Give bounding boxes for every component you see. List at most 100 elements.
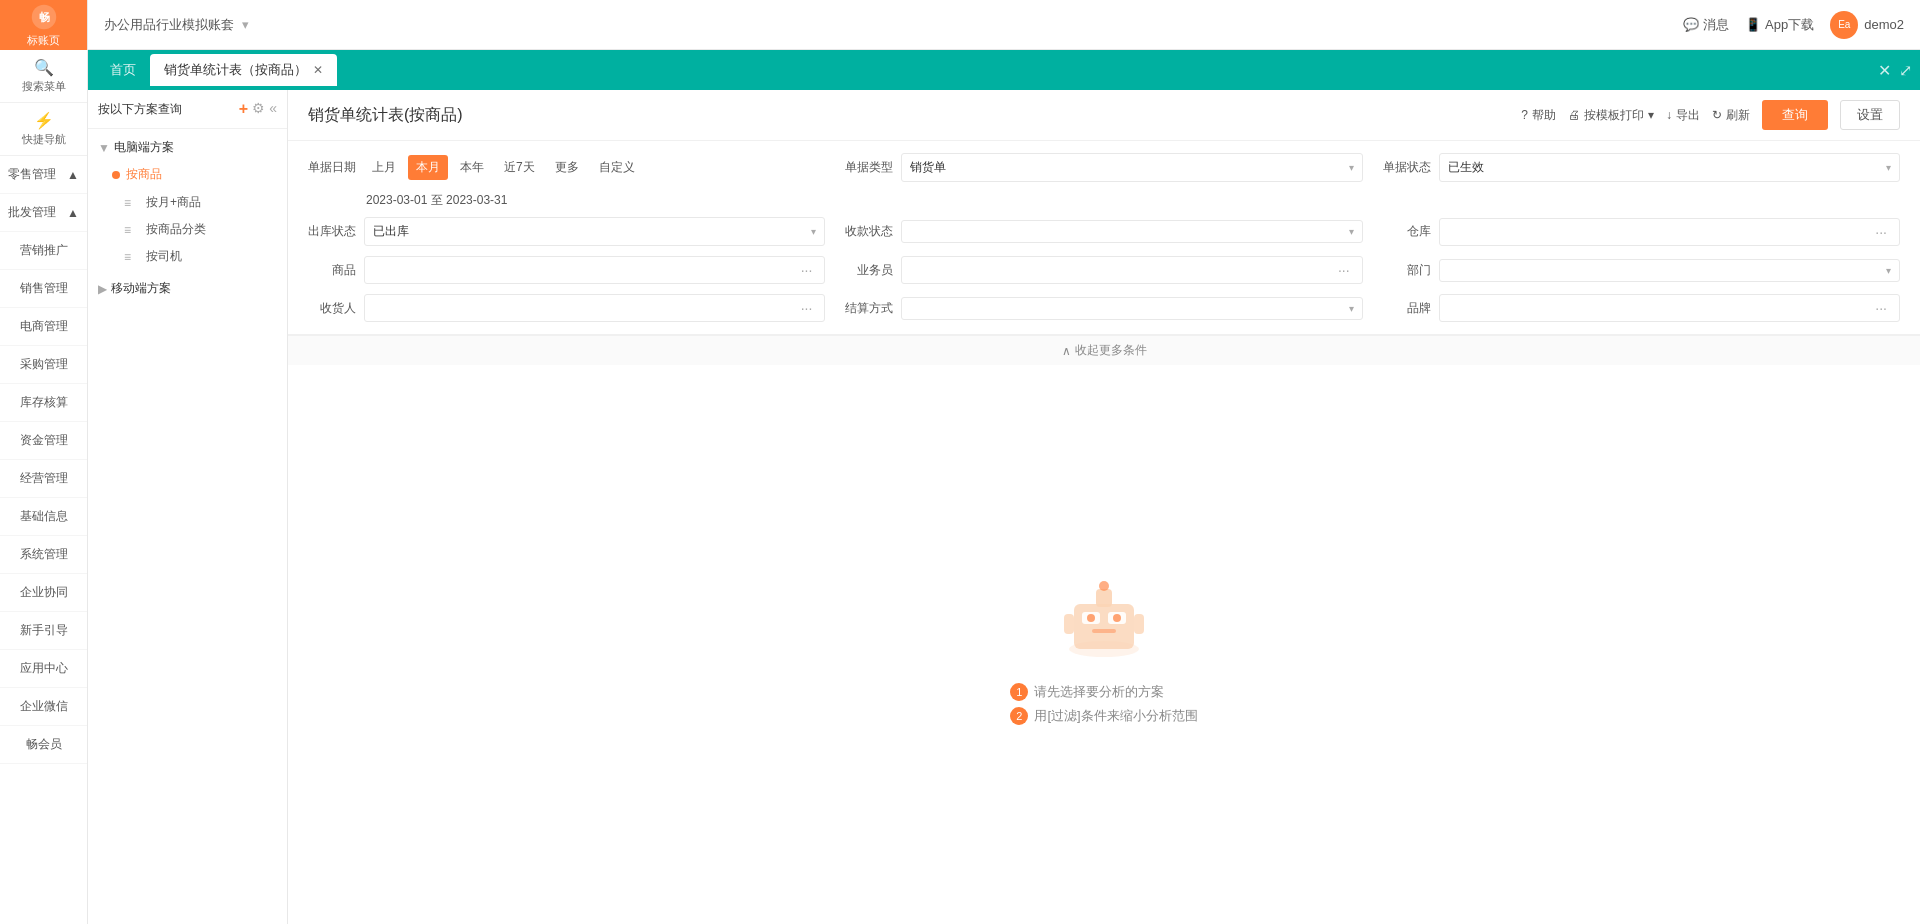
date-group: 上月 本月 本年 近7天 更多 自定义 [364, 155, 825, 180]
sidebar-item-inventory[interactable]: 库存核算 [0, 384, 87, 422]
btn-more[interactable]: 更多 [547, 155, 587, 180]
brand-dots[interactable]: ··· [1871, 300, 1891, 316]
warehouse-select[interactable]: ··· [1439, 218, 1900, 246]
sidebar-item-enterprise[interactable]: 企业协同 [0, 574, 87, 612]
wechat-label: 企业微信 [20, 698, 68, 715]
user-name: demo2 [1864, 17, 1904, 32]
sidebar-item-operations[interactable]: 经营管理 [0, 460, 87, 498]
scheme-item-by-cashier[interactable]: ≡ 按司机 [88, 243, 287, 270]
wholesale-arrow: ▲ [67, 206, 79, 220]
salesperson-dots[interactable]: ··· [1334, 262, 1354, 278]
collapse-bar[interactable]: ∧ 收起更多条件 [288, 335, 1920, 365]
sidebar-item-apps[interactable]: 应用中心 [0, 650, 87, 688]
sidebar-item-sales[interactable]: 销售管理 [0, 270, 87, 308]
svg-text:畅: 畅 [38, 11, 49, 23]
filter-date-cell: 单据日期 上月 本月 本年 近7天 更多 自定义 [308, 153, 825, 182]
department-select[interactable]: ▾ [1439, 259, 1900, 282]
filter-row-3: 商品 ··· 业务员 ··· 部门 [308, 256, 1900, 284]
help-btn[interactable]: ? 帮助 [1521, 107, 1556, 124]
scheme-settings-icon[interactable]: ⚙ [252, 100, 265, 118]
sidebar-item-wechat[interactable]: 企业微信 [0, 688, 87, 726]
sidebar-item-wholesale[interactable]: 批发管理 ▲ [0, 194, 87, 232]
system-label: 系统管理 [20, 546, 68, 563]
print-btn[interactable]: 🖨 按模板打印 ▾ [1568, 107, 1654, 124]
main-area: 办公用品行业模拟账套 ▾ 💬 消息 📱 App下载 Ea demo2 首页 [88, 0, 1920, 924]
outstatus-select[interactable]: 已出库 ▾ [364, 217, 825, 246]
sidebar-item-guide[interactable]: 新手引导 [0, 612, 87, 650]
doctype-select[interactable]: 销货单 ▾ [901, 153, 1362, 182]
app-download-btn[interactable]: 📱 App下载 [1745, 16, 1814, 34]
filter-area: 单据日期 上月 本月 本年 近7天 更多 自定义 单据类型 [288, 141, 1920, 335]
filter-receiptstatus-cell: 收款状态 ▾ [845, 217, 1362, 246]
sub-icon-1: ≡ [124, 196, 140, 210]
product-dots[interactable]: ··· [797, 262, 817, 278]
query-button[interactable]: 查询 [1762, 100, 1828, 130]
department-label: 部门 [1383, 262, 1431, 279]
industry-arrow[interactable]: ▾ [242, 17, 249, 32]
desktop-group-arrow: ▼ [98, 141, 110, 155]
tab-close-icon[interactable]: ✕ [313, 63, 323, 77]
scheme-add-icon[interactable]: + [239, 100, 248, 118]
scheme-item-by-month-product[interactable]: ≡ 按月+商品 [88, 189, 287, 216]
scheme-item-by-category[interactable]: ≡ 按商品分类 [88, 216, 287, 243]
sidebar-item-base[interactable]: 基础信息 [0, 498, 87, 536]
marketing-label: 营销推广 [20, 242, 68, 259]
svg-rect-12 [1134, 614, 1144, 634]
btn-custom[interactable]: 自定义 [591, 155, 643, 180]
btn-this-month[interactable]: 本月 [408, 155, 448, 180]
message-btn[interactable]: 💬 消息 [1683, 16, 1729, 34]
outstatus-arrow: ▾ [811, 226, 816, 237]
doctype-value: 销货单 [910, 159, 946, 176]
docstatus-select[interactable]: 已生效 ▾ [1439, 153, 1900, 182]
tab-expand-icon[interactable]: ⤢ [1899, 61, 1912, 80]
warehouse-dots[interactable]: ··· [1871, 224, 1891, 240]
brand-label: 品牌 [1383, 300, 1431, 317]
receiptstatus-select[interactable]: ▾ [901, 220, 1362, 243]
sidebar-item-finance[interactable]: 资金管理 [0, 422, 87, 460]
export-btn[interactable]: ↓ 导出 [1666, 107, 1700, 124]
mobile-scheme-group[interactable]: ▶ 移动端方案 [88, 276, 287, 301]
header-left: 办公用品行业模拟账套 ▾ [104, 16, 249, 34]
receiver-dots[interactable]: ··· [797, 300, 817, 316]
scheme-item-by-product[interactable]: 按商品 [88, 160, 287, 189]
inventory-label: 库存核算 [20, 394, 68, 411]
refresh-btn[interactable]: ↻ 刷新 [1712, 107, 1750, 124]
receiver-label: 收货人 [308, 300, 356, 317]
user-menu[interactable]: Ea demo2 [1830, 11, 1904, 39]
outstatus-value: 已出库 [373, 223, 409, 240]
filter-brand-cell: 品牌 ··· [1383, 294, 1900, 322]
collapse-label: 收起更多条件 [1075, 342, 1147, 359]
btn-7days[interactable]: 近7天 [496, 155, 543, 180]
receiver-select[interactable]: ··· [364, 294, 825, 322]
salesperson-label: 业务员 [845, 262, 893, 279]
sidebar-item-system[interactable]: 系统管理 [0, 536, 87, 574]
sidebar-search[interactable]: 🔍 搜索菜单 [0, 50, 87, 103]
filter-department-cell: 部门 ▾ [1383, 256, 1900, 284]
btn-last-month[interactable]: 上月 [364, 155, 404, 180]
filter-settlement-cell: 结算方式 ▾ [845, 294, 1362, 322]
sidebar-item-retail[interactable]: 零售管理 ▲ [0, 156, 87, 194]
logo[interactable]: 畅 标账页 [0, 0, 87, 50]
page-title: 销货单统计表(按商品) [308, 105, 463, 126]
salesperson-select[interactable]: ··· [901, 256, 1362, 284]
brand-select[interactable]: ··· [1439, 294, 1900, 322]
desktop-group-title[interactable]: ▼ 电脑端方案 [88, 135, 287, 160]
scheme-collapse-icon[interactable]: « [269, 100, 277, 118]
product-select[interactable]: ··· [364, 256, 825, 284]
empty-state: 1 请先选择要分析的方案 2 用[过滤]条件来缩小分析范围 [288, 365, 1920, 924]
sidebar-item-member[interactable]: 畅会员 [0, 726, 87, 764]
quick-nav[interactable]: ⚡ 快捷导航 [0, 103, 87, 156]
sidebar-item-marketing[interactable]: 营销推广 [0, 232, 87, 270]
settings-button[interactable]: 设置 [1840, 100, 1900, 130]
settlement-select[interactable]: ▾ [901, 297, 1362, 320]
filter-doctype-cell: 单据类型 销货单 ▾ [845, 153, 1362, 182]
tab-stats[interactable]: 销货单统计表（按商品） ✕ [150, 54, 337, 86]
sidebar-item-ecommerce[interactable]: 电商管理 [0, 308, 87, 346]
tab-close-all-icon[interactable]: ✕ [1878, 61, 1891, 80]
tab-home[interactable]: 首页 [96, 54, 150, 86]
content-area: 按以下方案查询 + ⚙ « ▼ 电脑端方案 按商品 ≡ 按月+ [88, 90, 1920, 924]
sidebar-item-purchase[interactable]: 采购管理 [0, 346, 87, 384]
right-panel: 销货单统计表(按商品) ? 帮助 🖨 按模板打印 ▾ ↓ 导出 [288, 90, 1920, 924]
btn-this-year[interactable]: 本年 [452, 155, 492, 180]
page-title-bar: 销货单统计表(按商品) ? 帮助 🖨 按模板打印 ▾ ↓ 导出 [288, 90, 1920, 141]
